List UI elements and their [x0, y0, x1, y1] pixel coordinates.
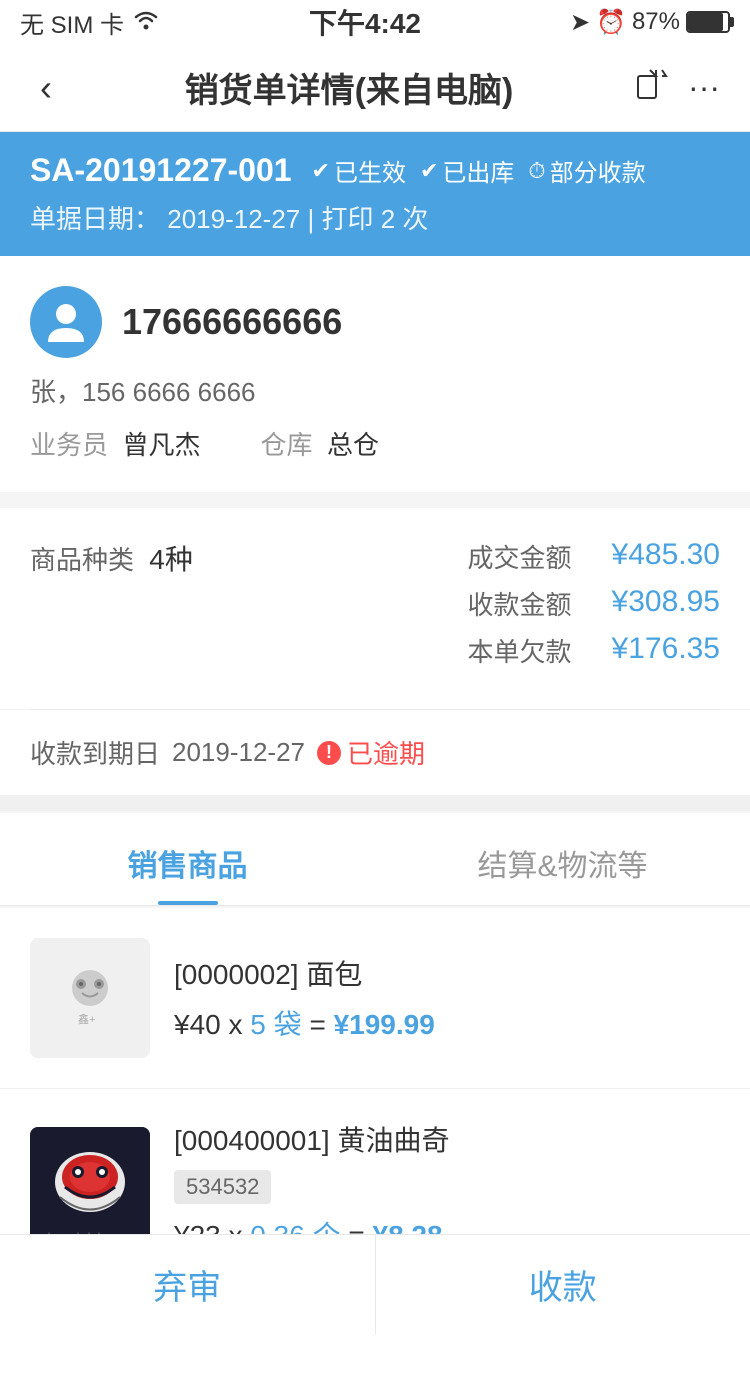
- discard-button[interactable]: 弃审: [0, 1235, 376, 1334]
- debt-value: ¥176.35: [612, 632, 720, 669]
- bottom-bar: 弃审 收款: [0, 1234, 750, 1334]
- battery-percent: 87%: [632, 8, 680, 36]
- overdue-dot-icon: !: [317, 741, 341, 765]
- salesperson-label: 业务员: [30, 430, 108, 460]
- received-value: ¥308.95: [612, 585, 720, 622]
- page-title: 销货单详情(来自电脑): [62, 63, 636, 112]
- battery-icon: [686, 11, 730, 33]
- badge-shipped-text: 已出库: [442, 153, 514, 188]
- warehouse-field: 仓库 总仓: [260, 425, 378, 462]
- product-name-2: [000400001] 黄油曲奇: [174, 1119, 720, 1159]
- product-info-1: [0000002] 面包 ¥40 x 5 袋 = ¥199.99: [174, 953, 720, 1043]
- order-header: SA-20191227-001 ✔ 已生效 ✔ 已出库 ⏱ 部分收款 单据日期：…: [0, 132, 750, 256]
- due-date-value: 2019-12-27: [172, 737, 305, 768]
- order-date-value: 2019-12-27: [167, 204, 300, 234]
- product-price-1: ¥40 x 5 袋 = ¥199.99: [174, 1003, 720, 1043]
- nav-bar: ‹ 销货单详情(来自电脑) ···: [0, 44, 750, 132]
- product-name-1: [0000002] 面包: [174, 953, 720, 993]
- salesperson-value: 曾凡杰: [122, 430, 200, 460]
- back-button[interactable]: ‹: [30, 57, 62, 119]
- tab-products-label: 销售商品: [128, 850, 248, 883]
- check-icon-2: ✔: [420, 158, 438, 184]
- product-name-text-2: 黄油曲奇: [338, 1125, 450, 1156]
- received-row: 收款金额 ¥308.95: [468, 585, 720, 622]
- total-1: ¥199.99: [334, 1009, 435, 1040]
- divider-1: [0, 492, 750, 508]
- tab-settlement-label: 结算&物流等: [477, 850, 647, 883]
- share-icon[interactable]: [636, 68, 668, 108]
- discard-label: 弃审: [153, 1260, 221, 1309]
- equals-1: =: [309, 1009, 333, 1040]
- salesperson-field: 业务员 曾凡杰: [30, 425, 200, 462]
- check-icon-1: ✔: [312, 158, 330, 184]
- customer-name: 17666666666: [122, 301, 342, 343]
- customer-meta: 业务员 曾凡杰 仓库 总仓: [30, 425, 720, 462]
- customer-info: 张，156 6666 6666: [30, 372, 720, 409]
- due-section: 收款到期日 2019-12-27 ! 已逾期: [0, 710, 750, 795]
- badge-active-text: 已生效: [334, 153, 406, 188]
- summary-section: 商品种类 4种 成交金额 ¥485.30 收款金额 ¥308.95 本单欠款 ¥…: [0, 508, 750, 709]
- svg-text:鑫+: 鑫+: [78, 1012, 95, 1026]
- print-label: | 打印: [307, 204, 380, 234]
- collect-payment-label: 收款: [529, 1260, 597, 1309]
- order-badges: ✔ 已生效 ✔ 已出库 ⏱ 部分收款: [312, 153, 646, 188]
- product-batch-badge: 534532: [174, 1170, 271, 1204]
- amounts: 成交金额 ¥485.30 收款金额 ¥308.95 本单欠款 ¥176.35: [468, 538, 720, 679]
- deal-amount-row: 成交金额 ¥485.30: [468, 538, 720, 575]
- tab-products[interactable]: 销售商品: [0, 813, 375, 905]
- print-unit: 次: [402, 204, 428, 234]
- status-left: 无 SIM 卡: [20, 5, 160, 40]
- product-kind-value: 4种: [149, 544, 193, 575]
- print-count: 2: [381, 204, 395, 234]
- alarm-icon: ⏰: [596, 8, 626, 37]
- order-id: SA-20191227-001: [30, 152, 292, 189]
- customer-top: 17666666666: [30, 286, 720, 358]
- warehouse-label: 仓库: [260, 430, 312, 460]
- product-thumb-1: 鑫+: [30, 938, 150, 1058]
- overdue-badge: ! 已逾期: [317, 734, 425, 771]
- wifi-icon: [132, 8, 160, 36]
- due-label: 收款到期日: [30, 734, 160, 771]
- product-thumb-2: advanced whole: [30, 1127, 150, 1247]
- nav-actions: ···: [636, 68, 720, 108]
- deal-amount-label: 成交金额: [468, 538, 572, 575]
- clock-icon: ⏱: [528, 158, 545, 184]
- more-icon[interactable]: ···: [688, 69, 720, 106]
- time-display: 下午4:42: [309, 2, 421, 42]
- tabs-container: 销售商品 结算&物流等: [0, 813, 750, 906]
- warehouse-value: 总仓: [327, 430, 379, 460]
- carrier-text: 无 SIM 卡: [20, 5, 124, 40]
- product-name-text-1: 面包: [306, 959, 362, 990]
- date-label: 单据日期：: [30, 204, 160, 234]
- divider-2: [0, 795, 750, 811]
- badge-active: ✔ 已生效: [312, 153, 406, 188]
- multiply-1: x: [229, 1009, 251, 1040]
- product-kind: 商品种类 4种: [30, 538, 193, 679]
- debt-row: 本单欠款 ¥176.35: [468, 632, 720, 669]
- product-item: 鑫+ [0000002] 面包 ¥40 x 5 袋 = ¥199.99: [0, 908, 750, 1089]
- overdue-text: 已逾期: [347, 734, 425, 771]
- received-label: 收款金额: [468, 585, 572, 622]
- order-date-line: 单据日期： 2019-12-27 | 打印 2 次: [30, 199, 720, 236]
- badge-partial-text: 部分收款: [550, 153, 646, 188]
- product-code-1: [0000002]: [174, 959, 299, 990]
- debt-label: 本单欠款: [468, 632, 572, 669]
- deal-amount-value: ¥485.30: [612, 538, 720, 575]
- status-bar: 无 SIM 卡 下午4:42 ➤ ⏰ 87%: [0, 0, 750, 44]
- tab-settlement[interactable]: 结算&物流等: [375, 813, 750, 905]
- price-1: ¥40: [174, 1009, 221, 1040]
- avatar: [30, 286, 102, 358]
- status-right: ➤ ⏰ 87%: [570, 8, 730, 37]
- product-kind-label: 商品种类: [30, 545, 134, 575]
- badge-shipped: ✔ 已出库: [420, 153, 514, 188]
- product-code-2: [000400001]: [174, 1125, 330, 1156]
- location-icon: ➤: [570, 8, 590, 37]
- collect-payment-button[interactable]: 收款: [376, 1235, 750, 1334]
- badge-partial: ⏱ 部分收款: [528, 153, 645, 188]
- qty-1: 5 袋: [250, 1009, 309, 1040]
- customer-section: 17666666666 张，156 6666 6666 业务员 曾凡杰 仓库 总…: [0, 256, 750, 492]
